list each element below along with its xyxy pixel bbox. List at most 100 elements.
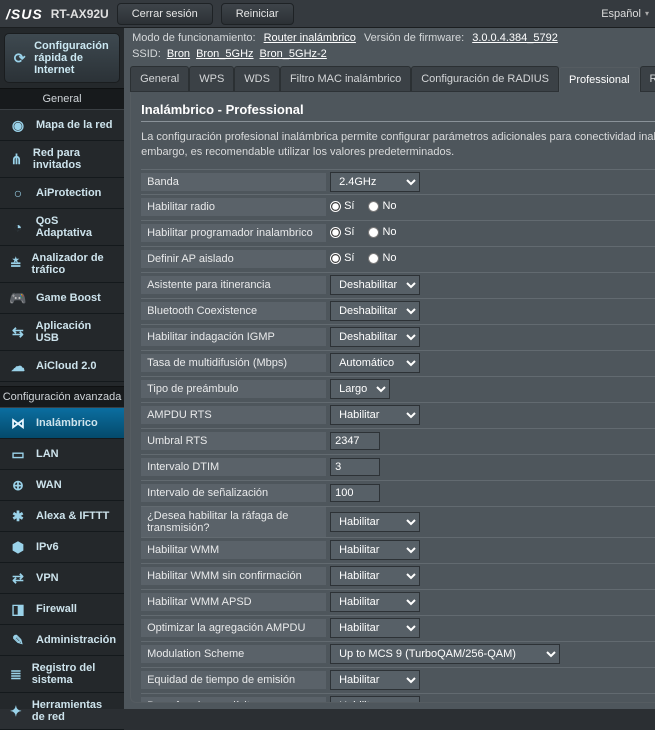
quick-line2: rápida de Internet — [34, 52, 83, 76]
sidebar-general-item-label-4: Analizador de tráfico — [32, 252, 117, 276]
form-row-16: Habilitar WMM APSDHabilitar — [141, 590, 655, 616]
form-label-12: Intervalo de señalización — [141, 484, 326, 502]
select-0[interactable]: 2.4GHz — [330, 172, 420, 192]
select-20[interactable]: Habilitar — [330, 696, 420, 703]
tab-roaming-block-list[interactable]: Roaming Block List — [640, 66, 655, 91]
select-16[interactable]: Habilitar — [330, 592, 420, 612]
radio-3-0[interactable]: Sí — [330, 252, 354, 264]
settings-form: Banda2.4GHzHabilitar radioSíNoHabilitar … — [141, 169, 655, 703]
sidebar-general-item-1[interactable]: ⋔ Red para invitados — [0, 141, 124, 178]
logout-button[interactable]: Cerrar sesión — [117, 3, 213, 25]
form-value-4: Deshabilitar — [326, 273, 655, 297]
sidebar-general-item-icon-1: ⋔ — [8, 150, 25, 168]
sidebar-general-item-0[interactable]: ◉Mapa de la red — [0, 110, 124, 141]
form-row-1: Habilitar radioSíNo — [141, 195, 655, 221]
quick-setup-button[interactable]: ⟳ Configuración rápida de Internet — [4, 33, 120, 83]
form-value-1: Sí No — [326, 198, 655, 217]
tab-configuración-de-radius[interactable]: Configuración de RADIUS — [411, 66, 559, 91]
reboot-button[interactable]: Reiniciar — [221, 3, 294, 25]
radio-2-1[interactable]: No — [368, 226, 396, 238]
select-9[interactable]: Habilitar — [330, 405, 420, 425]
sidebar-general-item-6[interactable]: ⇆Aplicación USB — [0, 314, 124, 351]
select-8[interactable]: Largo — [330, 379, 390, 399]
sidebar-general-item-label-0: Mapa de la red — [36, 119, 112, 131]
sidebar-general-item-icon-3: ◔ — [8, 218, 28, 236]
form-label-10: Umbral RTS — [141, 432, 326, 450]
tab-filtro-mac-inalámbrico[interactable]: Filtro MAC inalámbrico — [280, 66, 411, 91]
tab-professional[interactable]: Professional — [559, 67, 640, 92]
form-row-20: Beamforming explícitoHabilitar — [141, 694, 655, 703]
select-15[interactable]: Habilitar — [330, 566, 420, 586]
sidebar-advanced-item-7[interactable]: ✎Administración — [0, 625, 124, 656]
fw-value[interactable]: 3.0.0.4.384_5792 — [472, 32, 558, 44]
sidebar-general-item-5[interactable]: 🎮Game Boost — [0, 283, 124, 314]
radio-input-3-1[interactable] — [368, 253, 379, 264]
tab-wps[interactable]: WPS — [189, 66, 234, 91]
sidebar-general-item-label-2: AiProtection — [36, 187, 101, 199]
sidebar-advanced-item-5[interactable]: ⇄VPN — [0, 563, 124, 594]
input-10[interactable] — [330, 432, 380, 450]
sidebar-advanced-item-label-9: Herramientas de red — [32, 699, 116, 723]
sidebar-advanced-item-3[interactable]: ✱Alexa & IFTTT — [0, 501, 124, 532]
tab-wds[interactable]: WDS — [234, 66, 280, 91]
sidebar-general-item-label-7: AiCloud 2.0 — [36, 360, 97, 372]
select-18[interactable]: Up to MCS 9 (TurboQAM/256-QAM) — [330, 644, 560, 664]
radio-input-2-1[interactable] — [368, 227, 379, 238]
form-row-11: Intervalo DTIM — [141, 455, 655, 481]
radio-input-1-0[interactable] — [330, 201, 341, 212]
radio-1-1[interactable]: No — [368, 200, 396, 212]
sidebar-advanced-item-6[interactable]: ◨Firewall — [0, 594, 124, 625]
sidebar-advanced-item-label-4: IPv6 — [36, 541, 59, 553]
sidebar-advanced-item-0[interactable]: ⋈Inalámbrico — [0, 408, 124, 439]
form-row-0: Banda2.4GHz — [141, 169, 655, 195]
select-5[interactable]: Deshabilitar — [330, 301, 420, 321]
sidebar-general-item-7[interactable]: ☁AiCloud 2.0 — [0, 351, 124, 382]
form-label-9: AMPDU RTS — [141, 406, 326, 424]
select-14[interactable]: Habilitar — [330, 540, 420, 560]
radio-input-2-0[interactable] — [330, 227, 341, 238]
tab-general[interactable]: General — [130, 66, 189, 91]
radio-3-1[interactable]: No — [368, 252, 396, 264]
sidebar-general-item-2[interactable]: ○AiProtection — [0, 178, 124, 209]
sidebar-general-item-label-5: Game Boost — [36, 292, 101, 304]
radio-1-0[interactable]: Sí — [330, 200, 354, 212]
sidebar-advanced-item-4[interactable]: ⬢IPv6 — [0, 532, 124, 563]
form-value-9: Habilitar — [326, 403, 655, 427]
model-label: RT-AX92U — [51, 7, 109, 21]
sidebar-advanced-item-icon-1: ▭ — [8, 445, 28, 463]
select-4[interactable]: Deshabilitar — [330, 275, 420, 295]
radio-input-1-1[interactable] — [368, 201, 379, 212]
sidebar-advanced-item-icon-8: ≣ — [8, 665, 24, 683]
form-label-5: Bluetooth Coexistence — [141, 302, 326, 320]
form-row-2: Habilitar programador inalambricoSíNo — [141, 221, 655, 247]
sidebar-advanced-item-2[interactable]: ⊕WAN — [0, 470, 124, 501]
select-6[interactable]: Deshabilitar — [330, 327, 420, 347]
input-11[interactable] — [330, 458, 380, 476]
sidebar-advanced-item-label-8: Registro del sistema — [32, 662, 116, 686]
gear-arrow-icon: ⟳ — [11, 49, 28, 67]
select-13[interactable]: Habilitar — [330, 512, 420, 532]
form-row-4: Asistente para itineranciaDeshabilitar — [141, 273, 655, 299]
input-12[interactable] — [330, 484, 380, 502]
language-label: Español — [601, 8, 641, 20]
select-19[interactable]: Habilitar — [330, 670, 420, 690]
sidebar-advanced-item-icon-9: ✦ — [8, 702, 24, 720]
radio-2-0[interactable]: Sí — [330, 226, 354, 238]
sidebar-advanced-item-8[interactable]: ≣ Registro del sistema — [0, 656, 124, 693]
sidebar-advanced-item-9[interactable]: ✦ Herramientas de red — [0, 693, 124, 730]
mode-value[interactable]: Router inalámbrico — [264, 32, 356, 44]
select-17[interactable]: Habilitar — [330, 618, 420, 638]
topbar: /SUS RT-AX92U Cerrar sesión Reiniciar Es… — [0, 0, 655, 28]
sidebar-general-item-4[interactable]: ≛Analizador de tráfico — [0, 246, 124, 283]
form-value-20: Habilitar — [326, 694, 655, 703]
select-7[interactable]: Automático — [330, 353, 420, 373]
divider — [141, 121, 655, 122]
radio-input-3-0[interactable] — [330, 253, 341, 264]
language-dropdown[interactable]: Español ▾ — [601, 8, 649, 20]
form-value-11 — [326, 456, 655, 478]
ssid-1: Bron — [167, 48, 190, 60]
sidebar-general-item-label-1: Red para invitados — [33, 147, 116, 171]
sidebar-advanced-item-1[interactable]: ▭LAN — [0, 439, 124, 470]
sidebar-section-advanced: Configuración avanzada — [0, 386, 124, 408]
sidebar-general-item-3[interactable]: ◔QoS Adaptativa — [0, 209, 124, 246]
